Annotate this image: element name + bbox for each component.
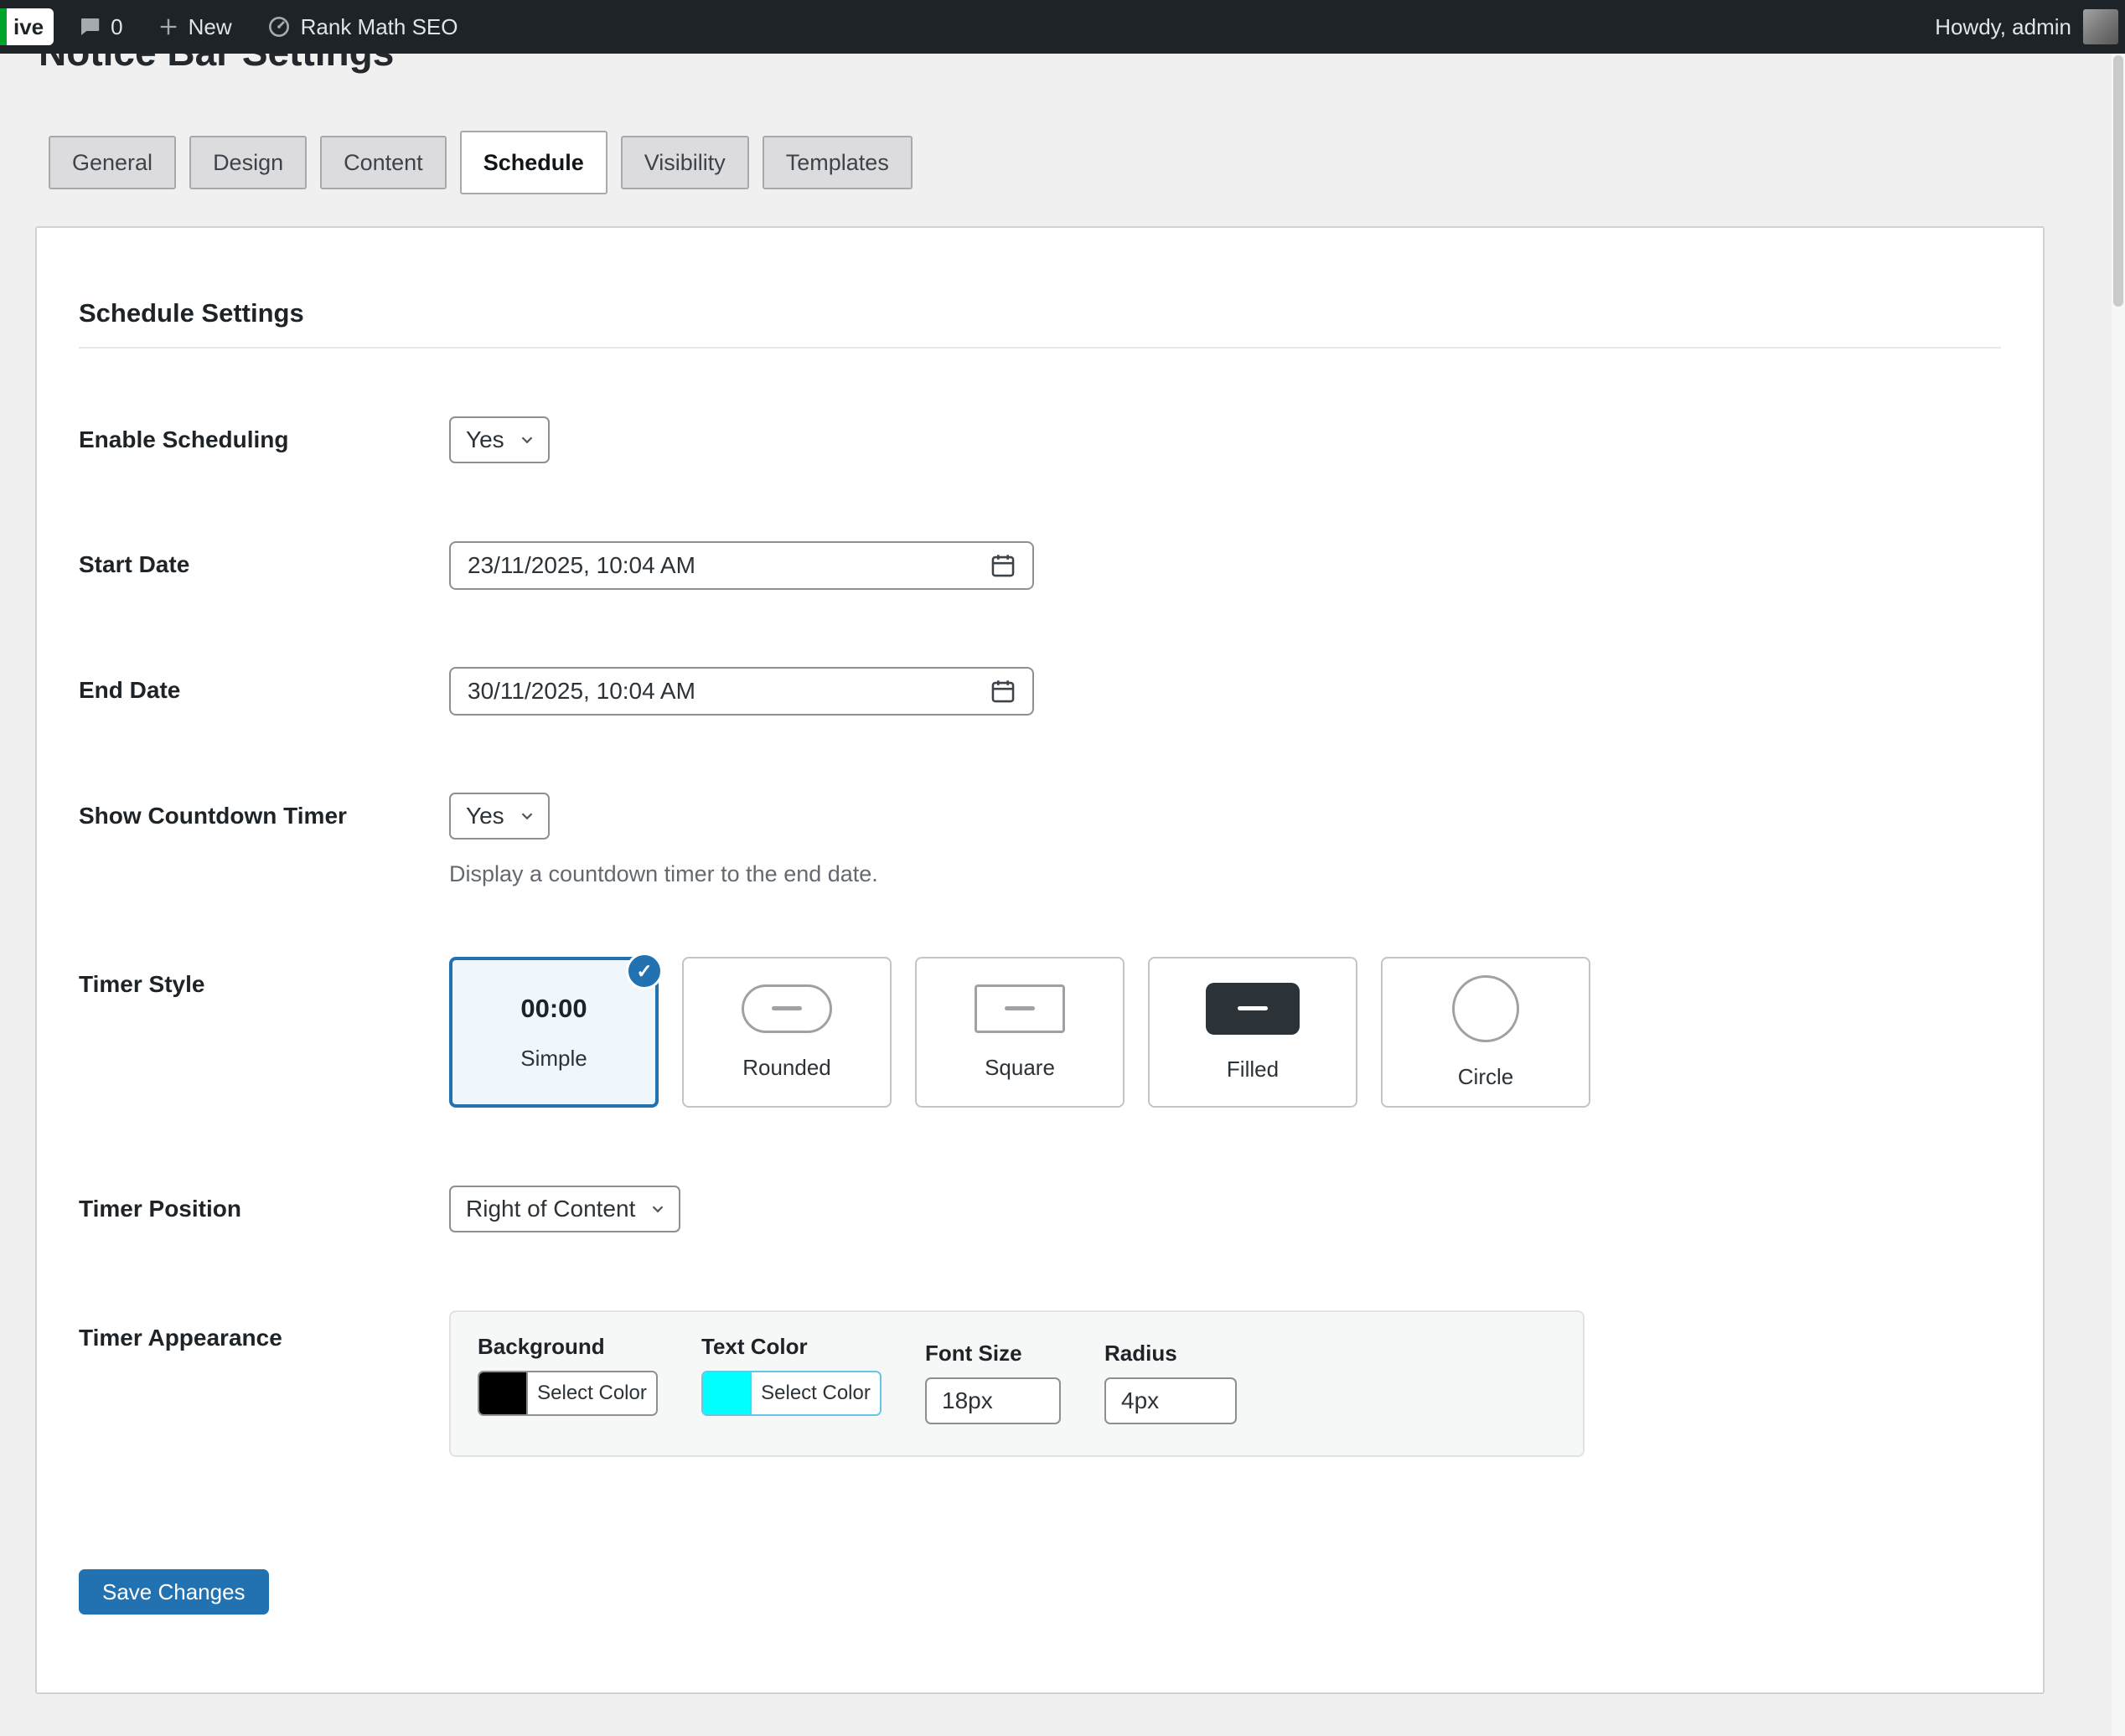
show-countdown-value: Yes — [466, 803, 504, 829]
timer-style-option-simple[interactable]: 00:00 Simple — [449, 957, 659, 1108]
row-show-countdown: Show Countdown Timer Yes Display a count… — [79, 793, 2001, 887]
timer-position-select[interactable]: Right of Content — [449, 1186, 680, 1232]
user-avatar[interactable] — [2083, 9, 2118, 44]
end-date-input[interactable] — [449, 667, 1034, 716]
background-label: Background — [478, 1334, 658, 1360]
text-color-group: Text Color Select Color — [701, 1334, 882, 1455]
show-countdown-help: Display a countdown timer to the end dat… — [449, 861, 878, 887]
end-date-label: End Date — [79, 667, 449, 714]
text-color-control: Select Color — [701, 1371, 882, 1416]
timer-position-label: Timer Position — [79, 1186, 449, 1232]
timer-appearance-panel: Background Select Color Text Color Selec… — [449, 1310, 1585, 1457]
timer-style-label: Timer Style — [79, 957, 449, 1000]
start-date-label: Start Date — [79, 541, 449, 588]
timer-style-preview-simple: 00:00 — [520, 994, 587, 1024]
radius-group: Radius — [1104, 1341, 1237, 1455]
show-countdown-label: Show Countdown Timer — [79, 793, 449, 840]
chevron-down-icon — [518, 431, 536, 449]
schedule-settings-card: Schedule Settings Enable Scheduling Yes … — [35, 226, 2045, 1694]
filled-shape-icon — [1206, 983, 1300, 1035]
rounded-shape-icon — [742, 984, 832, 1033]
row-enable-scheduling: Enable Scheduling Yes — [79, 416, 2001, 463]
scrollbar[interactable] — [2112, 54, 2125, 1736]
live-badge-label: ive — [7, 8, 54, 45]
circle-shape-icon — [1452, 975, 1519, 1042]
timer-style-option-filled[interactable]: Filled — [1148, 957, 1357, 1108]
text-color-swatch — [703, 1372, 750, 1414]
tab-general[interactable]: General — [49, 136, 176, 189]
font-size-label: Font Size — [925, 1341, 1061, 1367]
background-color-swatch — [479, 1372, 526, 1414]
section-heading: Schedule Settings — [79, 298, 304, 328]
save-changes-button[interactable]: Save Changes — [79, 1569, 269, 1615]
timer-style-option-circle[interactable]: Circle — [1381, 957, 1590, 1108]
background-color-control: Select Color — [478, 1371, 658, 1416]
selected-check-icon — [626, 953, 663, 989]
timer-style-option-rounded[interactable]: Rounded — [682, 957, 892, 1108]
enable-scheduling-label: Enable Scheduling — [79, 416, 449, 463]
comments-menu[interactable]: 0 — [70, 0, 129, 54]
row-start-date: Start Date — [79, 541, 2001, 590]
background-select-color-button[interactable]: Select Color — [526, 1372, 656, 1414]
admin-bar-right: Howdy, admin — [1935, 9, 2125, 44]
save-row: Save Changes — [79, 1569, 269, 1615]
comment-bubble-icon — [77, 14, 102, 39]
row-timer-position: Timer Position Right of Content — [79, 1186, 2001, 1232]
plus-icon — [157, 15, 180, 39]
live-badge[interactable]: ive — [0, 8, 54, 45]
timer-style-options: 00:00 Simple Rounded Square Filled Circl… — [449, 957, 1590, 1108]
tab-visibility[interactable]: Visibility — [621, 136, 749, 189]
live-indicator — [0, 8, 7, 45]
timer-style-option-label: Rounded — [742, 1055, 831, 1081]
font-size-input[interactable] — [925, 1377, 1061, 1424]
chevron-down-icon — [518, 807, 536, 825]
rank-math-gauge-icon — [266, 13, 292, 40]
tab-schedule[interactable]: Schedule — [460, 131, 608, 194]
row-timer-appearance: Timer Appearance Background Select Color… — [79, 1310, 2001, 1457]
section-divider — [79, 347, 2001, 349]
new-menu[interactable]: New — [150, 0, 239, 54]
background-color-group: Background Select Color — [478, 1334, 658, 1455]
row-end-date: End Date — [79, 667, 2001, 716]
howdy-link[interactable]: Howdy, admin — [1935, 14, 2071, 40]
timer-style-option-label: Circle — [1458, 1064, 1513, 1090]
show-countdown-select[interactable]: Yes — [449, 793, 550, 840]
admin-bar: ive 0 New Rank Math SEO Howdy, admin — [0, 0, 2125, 54]
settings-tabs: General Design Content Schedule Visibili… — [49, 136, 913, 194]
start-date-input[interactable] — [449, 541, 1034, 590]
chevron-down-icon — [649, 1200, 667, 1218]
timer-style-option-label: Filled — [1227, 1057, 1279, 1082]
end-date-field — [449, 667, 1034, 716]
text-color-label: Text Color — [701, 1334, 882, 1360]
text-select-color-button[interactable]: Select Color — [750, 1372, 880, 1414]
rank-math-label: Rank Math SEO — [301, 14, 458, 40]
timer-position-value: Right of Content — [466, 1196, 635, 1222]
new-menu-label: New — [189, 14, 232, 40]
square-shape-icon — [975, 984, 1065, 1033]
comments-count: 0 — [111, 14, 122, 40]
show-countdown-control: Yes Display a countdown timer to the end… — [449, 793, 878, 887]
rank-math-menu[interactable]: Rank Math SEO — [259, 0, 465, 54]
enable-scheduling-value: Yes — [466, 426, 504, 453]
tab-templates[interactable]: Templates — [763, 136, 913, 189]
radius-input[interactable] — [1104, 1377, 1237, 1424]
timer-style-option-label: Simple — [520, 1046, 587, 1072]
scrollbar-thumb[interactable] — [2113, 55, 2123, 307]
font-size-group: Font Size — [925, 1341, 1061, 1455]
enable-scheduling-select[interactable]: Yes — [449, 416, 550, 463]
tab-content[interactable]: Content — [320, 136, 447, 189]
start-date-field — [449, 541, 1034, 590]
tab-design[interactable]: Design — [189, 136, 307, 189]
timer-appearance-label: Timer Appearance — [79, 1310, 449, 1353]
timer-style-option-label: Square — [985, 1055, 1055, 1081]
timer-style-option-square[interactable]: Square — [915, 957, 1125, 1108]
row-timer-style: Timer Style 00:00 Simple Rounded Square … — [79, 957, 2001, 1108]
radius-label: Radius — [1104, 1341, 1237, 1367]
